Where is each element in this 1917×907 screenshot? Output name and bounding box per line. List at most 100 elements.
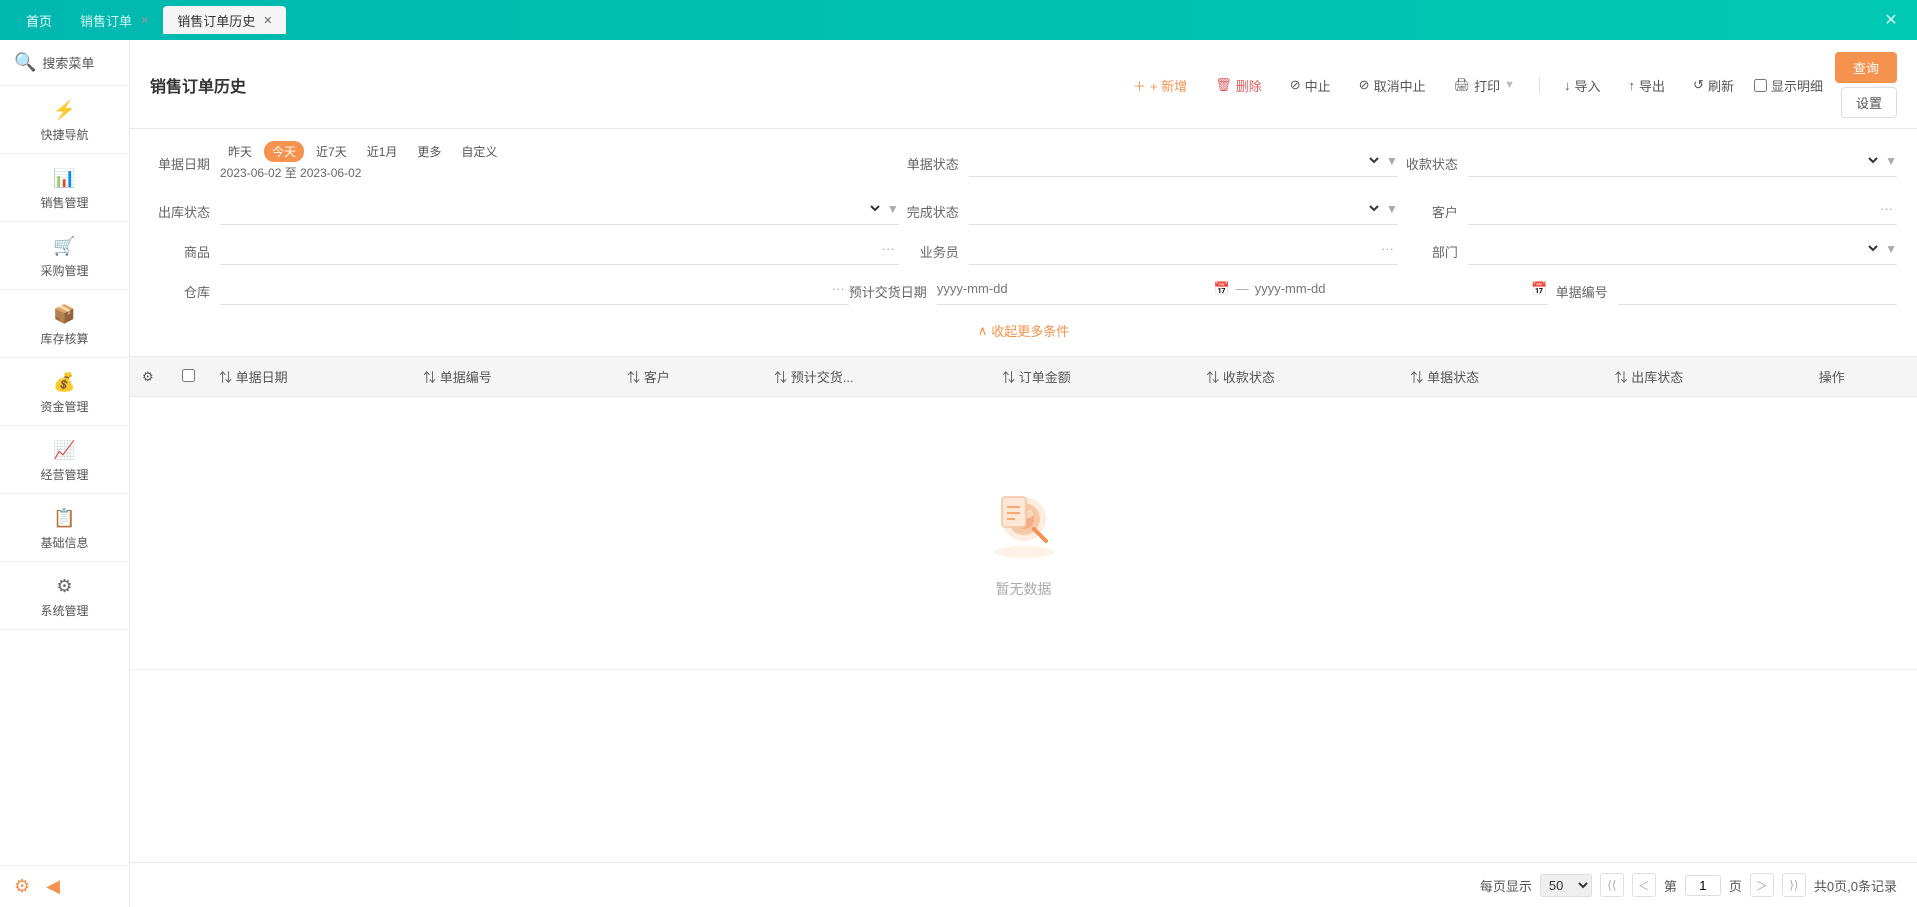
refresh-icon: ↺ [1693, 77, 1704, 93]
next-page-button[interactable]: ＞ [1750, 873, 1774, 897]
content-area: 销售订单历史 ＋ + 新增 🗑 删除 ⊘ 中止 ⊘ [130, 40, 1917, 907]
salesperson-dots-icon[interactable]: ··· [1377, 241, 1398, 256]
th-expected-delivery[interactable]: ⇅ 预计交货... [762, 357, 990, 397]
filter-doc-number: 单据编号 [1548, 277, 1897, 305]
settings-button[interactable]: 设置 [1841, 87, 1897, 118]
calendar-start-icon[interactable]: 📅 [1214, 281, 1230, 297]
date-separator: — [1236, 281, 1249, 296]
sidebar-item-inventory[interactable]: 📦 库存核算 [0, 290, 129, 358]
salesperson-control[interactable]: ··· [969, 237, 1398, 265]
product-control[interactable]: ··· [220, 237, 899, 265]
select-all-checkbox[interactable] [182, 369, 195, 382]
display-detail-checkbox[interactable] [1754, 79, 1767, 92]
delivery-date-start-input[interactable] [937, 281, 1208, 296]
page-size-select[interactable]: 50 10 20 100 [1540, 874, 1592, 897]
settings-icon[interactable]: ⚙ [142, 369, 154, 384]
filter-warehouse: 仓库 ··· [150, 277, 849, 305]
completion-status-control[interactable]: ▼ [969, 197, 1398, 225]
payment-status-control[interactable]: ▼ [1468, 149, 1897, 177]
doc-status-control[interactable]: ▼ [969, 149, 1398, 177]
sidebar-item-finance[interactable]: 💰 资金管理 [0, 358, 129, 426]
last-page-button[interactable]: ⟩⟩ [1782, 873, 1806, 897]
tab-sales-order[interactable]: 销售订单 ✕ [66, 6, 163, 34]
delivery-status-select[interactable] [220, 200, 883, 217]
product-input[interactable] [220, 241, 878, 256]
payment-status-label: 收款状态 [1398, 154, 1468, 173]
salesperson-input[interactable] [969, 241, 1377, 256]
stop-button[interactable]: ⊘ 中止 [1282, 72, 1339, 99]
department-control[interactable]: ▼ [1468, 237, 1897, 265]
payment-status-select[interactable] [1468, 152, 1881, 169]
sidebar-settings-icon[interactable]: ⚙ [14, 876, 30, 897]
query-button[interactable]: 查询 [1835, 52, 1897, 83]
data-table: ⚙ ⇅ 单据日期 ⇅ 单据编号 [130, 357, 1917, 670]
delivery-status-control[interactable]: ▼ [220, 197, 899, 225]
inventory-icon: 📦 [53, 304, 75, 325]
sidebar-collapse-icon[interactable]: ◀ [46, 876, 60, 897]
refresh-button[interactable]: ↺ 刷新 [1685, 72, 1742, 99]
date-chip-today[interactable]: 今天 [264, 141, 304, 162]
date-chip-1month[interactable]: 近1月 [359, 141, 406, 162]
th-amount[interactable]: ⇅ 订单金额 [990, 357, 1194, 397]
warehouse-dots-icon[interactable]: ··· [828, 281, 849, 296]
product-dots-icon[interactable]: ··· [878, 241, 899, 256]
completion-status-select[interactable] [969, 200, 1382, 217]
filter-delivery-status: 出库状态 ▼ [150, 197, 899, 225]
new-button[interactable]: ＋ + 新增 [1125, 72, 1195, 99]
delivery-status-chevron-icon: ▼ [887, 202, 899, 216]
calendar-end-icon[interactable]: 📅 [1531, 281, 1547, 297]
doc-number-control[interactable] [1618, 277, 1897, 305]
date-chip-custom[interactable]: 自定义 [453, 141, 505, 162]
date-chip-yesterday[interactable]: 昨天 [220, 141, 260, 162]
page-number-input[interactable] [1685, 875, 1721, 896]
print-button[interactable]: 🖨 打印 ▼ [1446, 72, 1523, 99]
sidebar-search[interactable]: 🔍 搜索菜单 [0, 40, 129, 86]
expected-delivery-control: 📅 — 📅 [937, 277, 1548, 305]
date-chip-more[interactable]: 更多 [409, 141, 449, 162]
th-date[interactable]: ⇅ 单据日期 [207, 357, 411, 397]
display-detail-checkbox-label[interactable]: 显示明细 [1754, 76, 1823, 95]
delivery-date-end-input[interactable] [1255, 281, 1526, 296]
customer-input[interactable] [1468, 201, 1876, 216]
delivery-status-label: 出库状态 [150, 202, 220, 221]
th-number[interactable]: ⇅ 单据编号 [411, 357, 615, 397]
doc-status-select[interactable] [969, 152, 1382, 169]
sidebar-item-purchase[interactable]: 🛒 采购管理 [0, 222, 129, 290]
date-label: 单据日期 [150, 154, 220, 173]
new-icon: ＋ [1133, 76, 1146, 95]
tab-sales-history-close[interactable]: ✕ [263, 14, 272, 27]
doc-number-input[interactable] [1618, 281, 1897, 296]
collapse-more-button[interactable]: ∧ 收起更多条件 [150, 317, 1897, 348]
customer-dots-icon[interactable]: ··· [1876, 201, 1897, 216]
warehouse-control[interactable]: ··· [220, 277, 849, 305]
tab-sales-history[interactable]: 销售订单历史 ✕ [163, 6, 286, 34]
department-select[interactable] [1468, 240, 1881, 257]
sidebar-item-system[interactable]: ⚙ 系统管理 [0, 562, 129, 630]
export-button[interactable]: ↑ 导出 [1621, 72, 1674, 99]
th-customer[interactable]: ⇅ 客户 [615, 357, 762, 397]
import-button[interactable]: ↓ 导入 [1556, 72, 1609, 99]
th-settings[interactable]: ⚙ [130, 357, 170, 397]
tab-home[interactable]: 首页 [12, 6, 66, 34]
table-header-row: ⚙ ⇅ 单据日期 ⇅ 单据编号 [130, 357, 1917, 397]
warehouse-input[interactable] [220, 281, 828, 296]
filter-product: 商品 ··· [150, 237, 899, 265]
first-page-button[interactable]: ⟨⟨ [1600, 873, 1624, 897]
tab-sales-order-close[interactable]: ✕ [140, 14, 149, 27]
doc-number-label: 单据编号 [1548, 282, 1618, 301]
delete-button[interactable]: 🗑 删除 [1207, 72, 1270, 99]
date-chip-7days[interactable]: 近7天 [308, 141, 355, 162]
th-payment-status[interactable]: ⇅ 收款状态 [1194, 357, 1398, 397]
sidebar-item-operations[interactable]: 📈 经营管理 [0, 426, 129, 494]
cancel-stop-button[interactable]: ⊘ 取消中止 [1351, 72, 1434, 99]
th-checkbox[interactable] [170, 357, 207, 397]
th-delivery-status[interactable]: ⇅ 出库状态 [1603, 357, 1807, 397]
sidebar-item-sales[interactable]: 📊 销售管理 [0, 154, 129, 222]
customer-control[interactable]: ··· [1468, 197, 1897, 225]
sidebar-item-quick-nav[interactable]: ⚡ 快捷导航 [0, 86, 129, 154]
topbar-right: ✕ [1877, 6, 1905, 34]
sidebar-item-base-info[interactable]: 📋 基础信息 [0, 494, 129, 562]
prev-page-button[interactable]: ＜ [1632, 873, 1656, 897]
window-close-button[interactable]: ✕ [1877, 6, 1905, 34]
th-doc-status[interactable]: ⇅ 单据状态 [1398, 357, 1602, 397]
